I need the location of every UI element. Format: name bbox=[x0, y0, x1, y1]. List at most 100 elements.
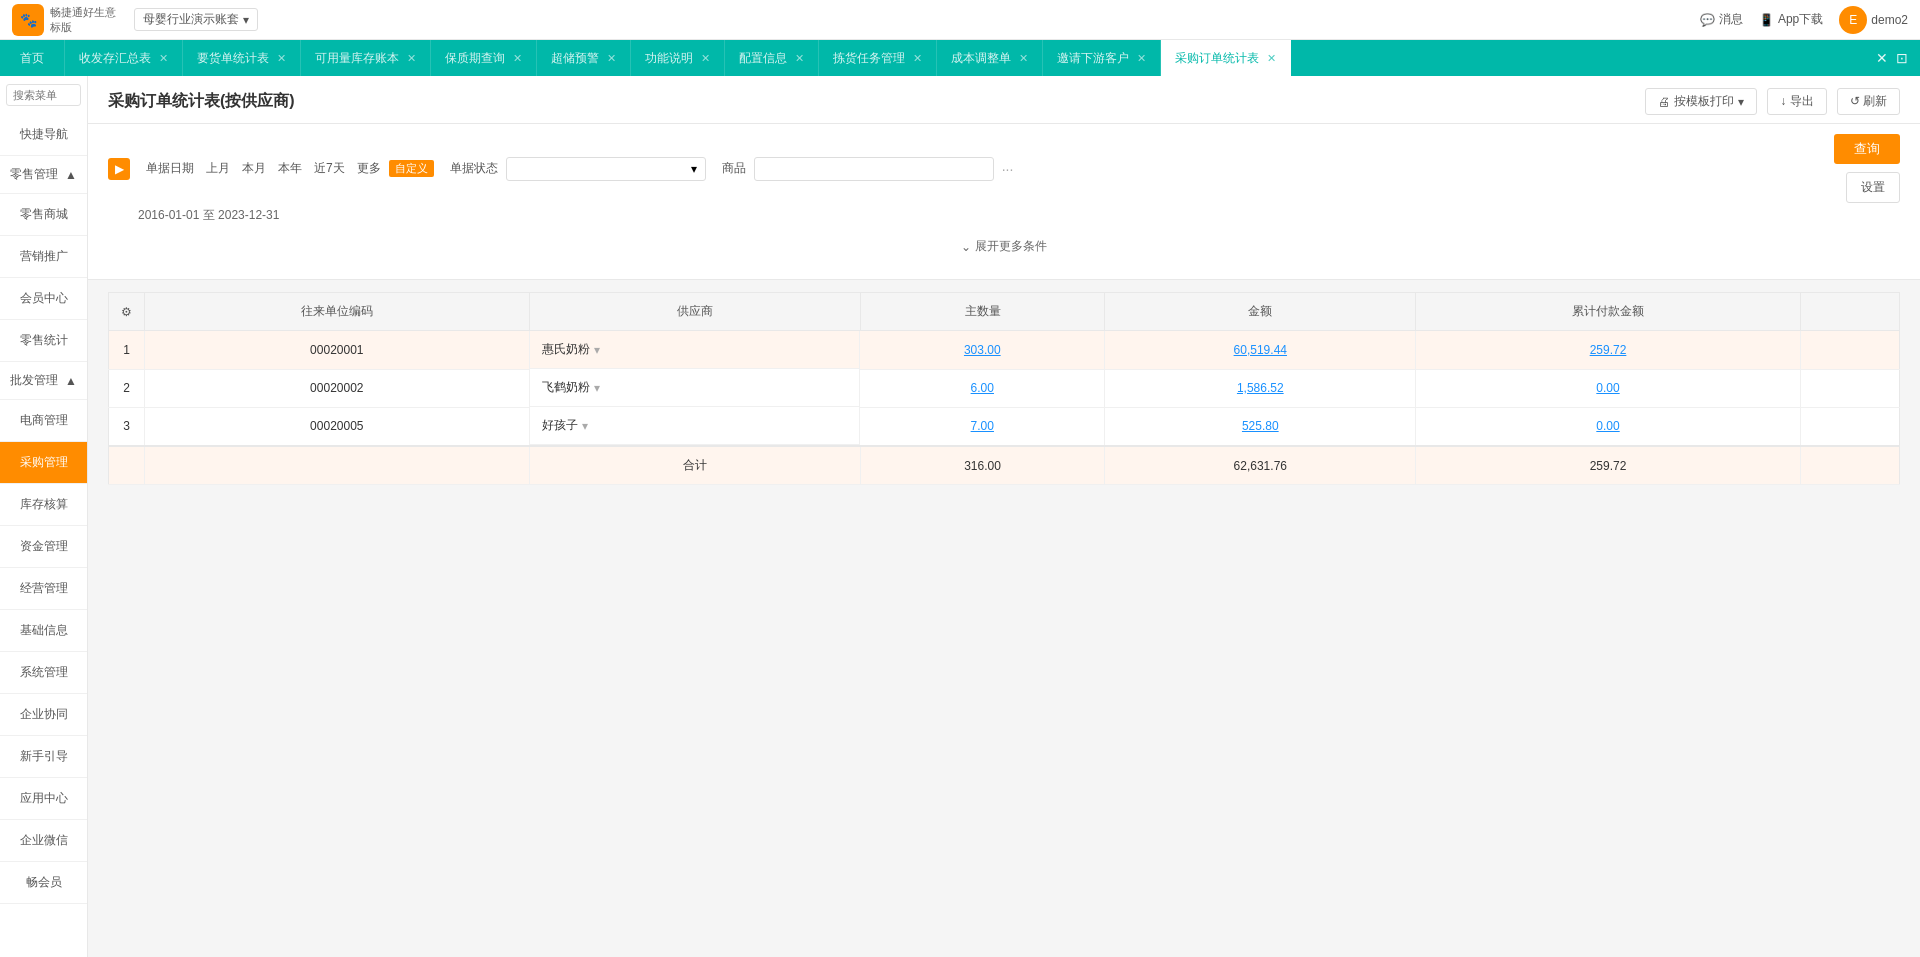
tab-yaoQingXiaYou[interactable]: 邀请下游客户 ✕ bbox=[1043, 40, 1161, 76]
tab-yaohuoDanTongji[interactable]: 要货单统计表 ✕ bbox=[183, 40, 301, 76]
cell-no: 2 bbox=[109, 369, 145, 407]
th-amount: 金额 bbox=[1105, 293, 1416, 331]
sidebar-item-operations[interactable]: 经营管理 bbox=[0, 568, 87, 610]
cell-paid[interactable]: 0.00 bbox=[1416, 369, 1801, 407]
cell-amount[interactable]: 60,519.44 bbox=[1105, 331, 1416, 370]
app-download-button[interactable]: 📱 App下载 bbox=[1759, 11, 1823, 28]
cell-amount[interactable]: 525.80 bbox=[1105, 407, 1416, 446]
refresh-icon: ↺ bbox=[1850, 94, 1860, 108]
sidebar: 快捷导航 零售管理 ▲ 零售商城 营销推广 会员中心 零售统计 批发管理 ▲ 电… bbox=[0, 76, 88, 957]
th-code: 往来单位编码 bbox=[145, 293, 530, 331]
expand-more-button[interactable]: ⌄ 展开更多条件 bbox=[961, 232, 1047, 261]
sidebar-item-marketing[interactable]: 营销推广 bbox=[0, 236, 87, 278]
close-icon[interactable]: ✕ bbox=[795, 52, 804, 65]
user-menu[interactable]: E demo2 bbox=[1839, 6, 1908, 34]
tab-chengBenTiaoZheng[interactable]: 成本调整单 ✕ bbox=[937, 40, 1043, 76]
custom-date-tag[interactable]: 自定义 bbox=[389, 160, 434, 177]
tab-shoufaHuizong[interactable]: 收发存汇总表 ✕ bbox=[65, 40, 183, 76]
breadcrumb-area[interactable]: 母婴行业演示账套 ▾ bbox=[134, 8, 258, 31]
sidebar-item-quicknav[interactable]: 快捷导航 bbox=[0, 114, 87, 156]
nav-tabs: 首页 收发存汇总表 ✕ 要货单统计表 ✕ 可用量库存账本 ✕ 保质期查询 ✕ 超… bbox=[0, 40, 1920, 76]
goods-input[interactable] bbox=[754, 157, 994, 181]
query-button[interactable]: 查询 bbox=[1834, 134, 1900, 164]
refresh-button[interactable]: ↺ 刷新 bbox=[1837, 88, 1900, 115]
tab-peiZhiXinXi[interactable]: 配置信息 ✕ bbox=[725, 40, 819, 76]
maximize-icon[interactable]: ⊡ bbox=[1896, 50, 1908, 66]
close-icon[interactable]: ✕ bbox=[407, 52, 416, 65]
sidebar-item-inventory[interactable]: 库存核算 bbox=[0, 484, 87, 526]
sidebar-item-retail[interactable]: 零售管理 ▲ bbox=[0, 156, 87, 194]
sidebar-item-ecommerce[interactable]: 电商管理 bbox=[0, 400, 87, 442]
close-icon[interactable]: ✕ bbox=[1267, 52, 1276, 65]
sidebar-item-wholesale[interactable]: 批发管理 ▲ bbox=[0, 362, 87, 400]
sidebar-item-enterprise[interactable]: 企业协同 bbox=[0, 694, 87, 736]
expand-icon[interactable]: ▾ bbox=[582, 419, 588, 433]
filter-toggle-button[interactable]: ▶ bbox=[108, 158, 130, 180]
search-input[interactable] bbox=[6, 84, 81, 106]
sidebar-item-purchase[interactable]: 采购管理 bbox=[0, 442, 87, 484]
print-button[interactable]: 🖨 按模板打印 ▾ bbox=[1645, 88, 1757, 115]
sidebar-item-member[interactable]: 会员中心 bbox=[0, 278, 87, 320]
cell-paid[interactable]: 0.00 bbox=[1416, 407, 1801, 446]
close-icon[interactable]: ✕ bbox=[1019, 52, 1028, 65]
shortcut-more[interactable]: 更多 bbox=[353, 159, 385, 178]
close-icon[interactable]: ✕ bbox=[277, 52, 286, 65]
sidebar-item-vipmember[interactable]: 畅会员 bbox=[0, 862, 87, 904]
export-button[interactable]: ↓ 导出 bbox=[1767, 88, 1826, 115]
close-icon[interactable]: ✕ bbox=[513, 52, 522, 65]
tab-baobaoQiXian[interactable]: 保质期查询 ✕ bbox=[431, 40, 537, 76]
table-row: 2 00020002 飞鹤奶粉 ▾ 6.00 1,586.52 0.00 bbox=[109, 369, 1900, 407]
status-filter-group: 单据状态 ▾ bbox=[450, 157, 706, 181]
shortcut-7days[interactable]: 近7天 bbox=[310, 159, 349, 178]
close-icon[interactable]: ✕ bbox=[1137, 52, 1146, 65]
sidebar-item-basicinfo[interactable]: 基础信息 bbox=[0, 610, 87, 652]
arrow-right-icon: ▶ bbox=[115, 162, 124, 176]
sidebar-item-retailshop[interactable]: 零售商城 bbox=[0, 194, 87, 236]
main-layout: 快捷导航 零售管理 ▲ 零售商城 营销推广 会员中心 零售统计 批发管理 ▲ 电… bbox=[0, 76, 1920, 957]
chevron-icon: ▲ bbox=[65, 374, 77, 388]
tab-home[interactable]: 首页 bbox=[0, 40, 65, 76]
sidebar-item-corpwechat[interactable]: 企业微信 bbox=[0, 820, 87, 862]
cell-supplier: 惠氏奶粉 ▾ bbox=[530, 331, 861, 369]
cell-extra bbox=[1800, 331, 1899, 370]
data-table: ⚙ 往来单位编码 供应商 主数量 金额 累计付款金额 1 00020001 惠氏… bbox=[108, 292, 1900, 485]
logo-text: 畅捷通好生意 标版 bbox=[50, 5, 116, 34]
sidebar-item-sysadmin[interactable]: 系统管理 bbox=[0, 652, 87, 694]
breadcrumb-select[interactable]: 母婴行业演示账套 ▾ bbox=[134, 8, 258, 31]
close-icon[interactable]: ✕ bbox=[607, 52, 616, 65]
tab-keyongKuCun[interactable]: 可用量库存账本 ✕ bbox=[301, 40, 431, 76]
expand-icon[interactable]: ▾ bbox=[594, 343, 600, 357]
status-label: 单据状态 bbox=[450, 160, 498, 177]
shortcut-thisyear[interactable]: 本年 bbox=[274, 159, 306, 178]
shortcut-thismonth[interactable]: 本月 bbox=[238, 159, 270, 178]
close-all-icon[interactable]: ✕ bbox=[1876, 50, 1888, 66]
page-actions: 🖨 按模板打印 ▾ ↓ 导出 ↺ 刷新 bbox=[1645, 88, 1900, 115]
chevron-down-icon: ▾ bbox=[243, 13, 249, 27]
status-select[interactable]: ▾ bbox=[506, 157, 706, 181]
cell-qty[interactable]: 303.00 bbox=[860, 331, 1105, 370]
cell-amount[interactable]: 1,586.52 bbox=[1105, 369, 1416, 407]
tab-caigouDanTongji[interactable]: 采购订单统计表 ✕ bbox=[1161, 40, 1291, 76]
sidebar-item-appcenter[interactable]: 应用中心 bbox=[0, 778, 87, 820]
settings-button[interactable]: 设置 bbox=[1846, 172, 1900, 203]
cell-paid[interactable]: 259.72 bbox=[1416, 331, 1801, 370]
messages-button[interactable]: 💬 消息 bbox=[1700, 11, 1743, 28]
tab-gongNengShuoMing[interactable]: 功能说明 ✕ bbox=[631, 40, 725, 76]
expand-icon[interactable]: ▾ bbox=[594, 381, 600, 395]
tab-tuoHuoRenWu[interactable]: 拣货任务管理 ✕ bbox=[819, 40, 937, 76]
cell-qty[interactable]: 6.00 bbox=[860, 369, 1105, 407]
more-options-icon[interactable]: ··· bbox=[1002, 161, 1014, 177]
close-icon[interactable]: ✕ bbox=[913, 52, 922, 65]
page-title: 采购订单统计表(按供应商) bbox=[108, 91, 295, 112]
cell-qty[interactable]: 7.00 bbox=[860, 407, 1105, 446]
tab-chaoChuYuJing[interactable]: 超储预警 ✕ bbox=[537, 40, 631, 76]
cell-extra bbox=[1800, 407, 1899, 446]
sidebar-item-retailstats[interactable]: 零售统计 bbox=[0, 320, 87, 362]
close-icon[interactable]: ✕ bbox=[159, 52, 168, 65]
footer-total-qty: 316.00 bbox=[860, 446, 1105, 485]
expand-more-row: ⌄ 展开更多条件 bbox=[108, 224, 1900, 269]
sidebar-item-finance[interactable]: 资金管理 bbox=[0, 526, 87, 568]
shortcut-lastmonth[interactable]: 上月 bbox=[202, 159, 234, 178]
sidebar-item-newguide[interactable]: 新手引导 bbox=[0, 736, 87, 778]
close-icon[interactable]: ✕ bbox=[701, 52, 710, 65]
